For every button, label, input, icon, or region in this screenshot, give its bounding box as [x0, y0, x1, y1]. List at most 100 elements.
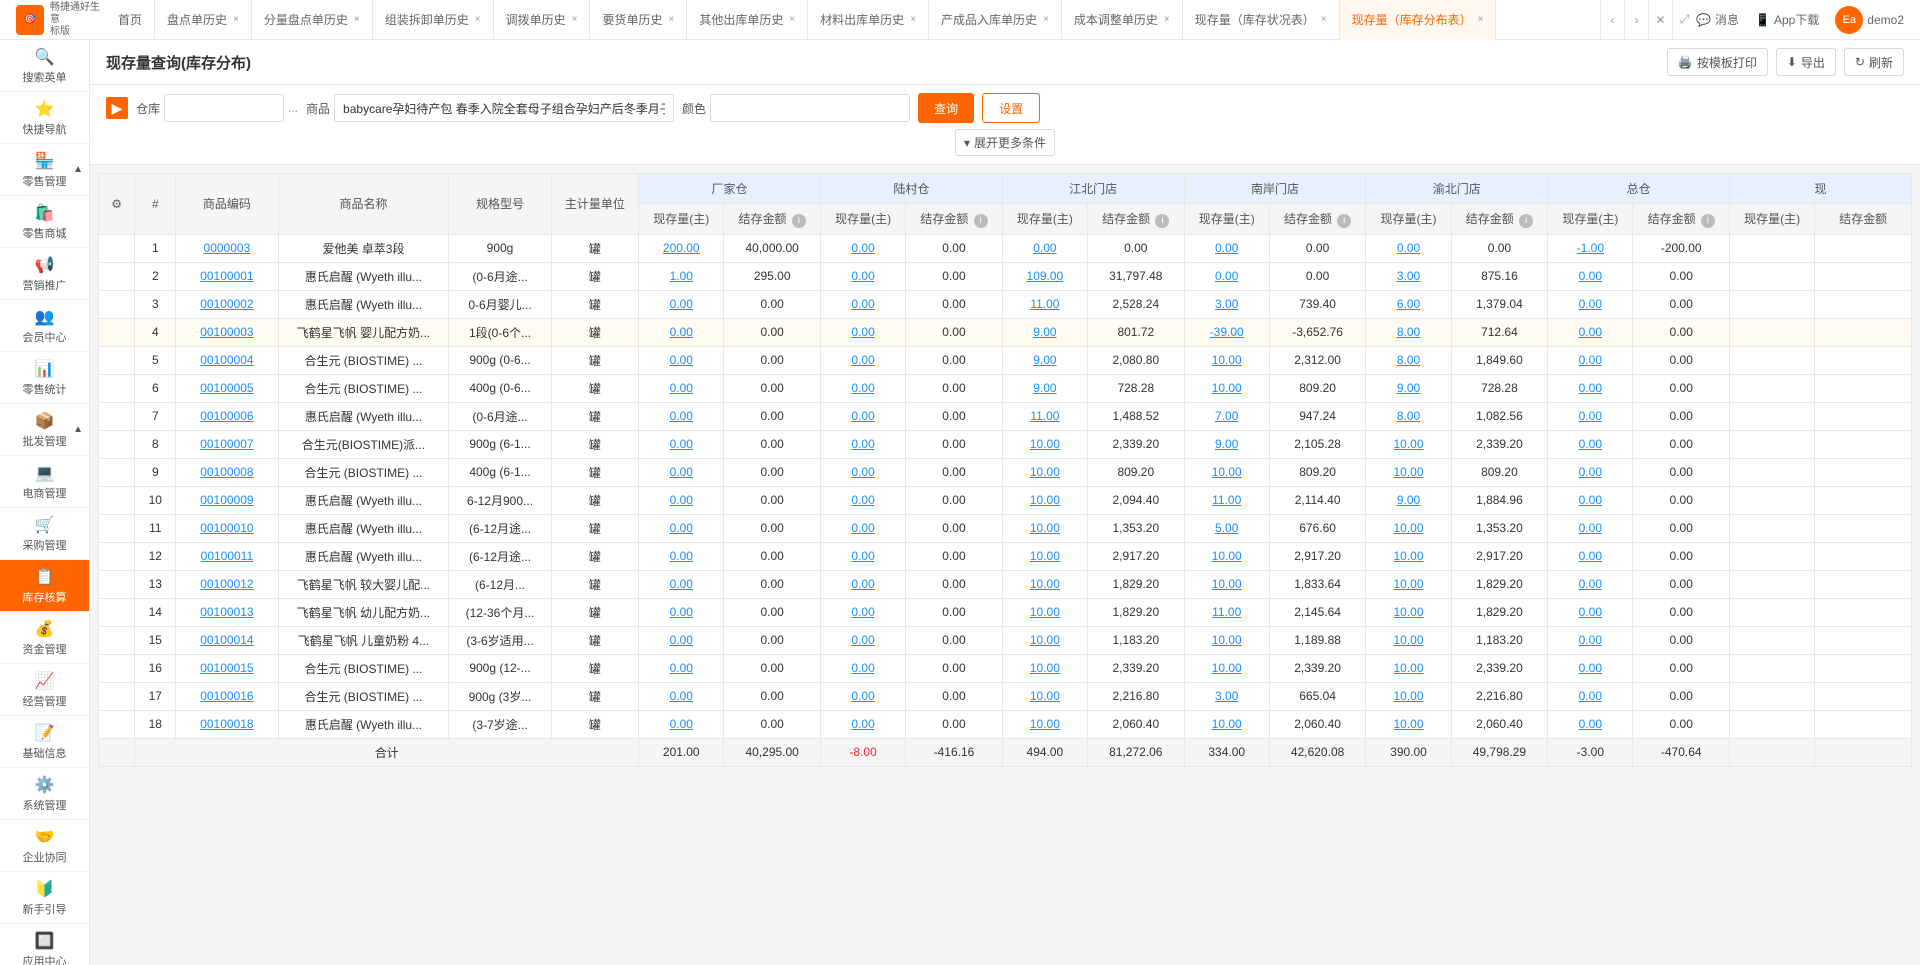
nankou-qty-link[interactable]: 3.00 — [1215, 689, 1238, 703]
tab-stock-dist[interactable]: 现存量（库存分布表）× — [1340, 0, 1497, 40]
jiangbei-qty-link[interactable]: 10.00 — [1030, 493, 1060, 507]
nankou-qty-link[interactable]: 11.00 — [1212, 493, 1241, 507]
nankou-qty-link[interactable]: 10.00 — [1212, 549, 1242, 563]
factory-qty-link[interactable]: 0.00 — [670, 493, 693, 507]
jiangbei-qty-link[interactable]: 10.00 — [1030, 605, 1060, 619]
jiangbei-qty-link[interactable]: 10.00 — [1030, 521, 1060, 535]
code-link[interactable]: 00100003 — [200, 325, 253, 339]
code-link[interactable]: 00100012 — [200, 577, 253, 591]
yubei-qty-link[interactable]: 3.00 — [1397, 269, 1420, 283]
code-link[interactable]: 00100010 — [200, 521, 253, 535]
total-qty-link[interactable]: 0.00 — [1579, 521, 1602, 535]
nankou-qty-link[interactable]: -39.00 — [1210, 325, 1244, 339]
total-qty-link[interactable]: 0.00 — [1579, 633, 1602, 647]
tab-close-product-in[interactable]: × — [1043, 14, 1049, 25]
yubei-qty-link[interactable]: 10.00 — [1394, 549, 1424, 563]
search-button[interactable]: 查询 — [918, 93, 974, 123]
ludun-qty-link[interactable]: 0.00 — [851, 241, 874, 255]
yubei-qty-link[interactable]: 9.00 — [1397, 381, 1420, 395]
factory-qty-link[interactable]: 1.00 — [670, 269, 693, 283]
sidebar-item-retail-mgmt[interactable]: 🏪 零售管理 ▲ — [0, 144, 89, 196]
code-link[interactable]: 00100002 — [200, 297, 253, 311]
ludun-qty-link[interactable]: 0.00 — [851, 409, 874, 423]
factory-qty-link[interactable]: 200.00 — [663, 241, 700, 255]
yubei-qty-link[interactable]: 8.00 — [1397, 325, 1420, 339]
ludun-qty-link[interactable]: 0.00 — [851, 689, 874, 703]
sidebar-item-guide[interactable]: 🔰 新手引导 — [0, 872, 89, 924]
total-qty-link[interactable]: 0.00 — [1579, 297, 1602, 311]
ludun-qty-link[interactable]: 0.00 — [851, 717, 874, 731]
tab-assemble-split[interactable]: 组装拆卸单历史× — [373, 0, 494, 40]
ludun-qty-link[interactable]: 0.00 — [851, 325, 874, 339]
total-qty-link[interactable]: 0.00 — [1579, 381, 1602, 395]
factory-qty-link[interactable]: 0.00 — [670, 353, 693, 367]
nankou-qty-link[interactable]: 7.00 — [1215, 409, 1238, 423]
jiangbei-qty-link[interactable]: 9.00 — [1033, 325, 1056, 339]
refresh-btn[interactable]: ↻ 刷新 — [1844, 48, 1904, 76]
total-qty-link[interactable]: 0.00 — [1579, 493, 1602, 507]
nankou-qty-link[interactable]: 10.00 — [1212, 353, 1242, 367]
code-link[interactable]: 00100009 — [200, 493, 253, 507]
code-link[interactable]: 00100008 — [200, 465, 253, 479]
code-link[interactable]: 00100016 — [200, 689, 253, 703]
total-qty-link[interactable]: 0.00 — [1579, 661, 1602, 675]
nankou-qty-link[interactable]: 10.00 — [1212, 717, 1242, 731]
yubei-qty-link[interactable]: 6.00 — [1397, 297, 1420, 311]
code-link[interactable]: 00100005 — [200, 381, 253, 395]
nankou-qty-link[interactable]: 9.00 — [1215, 437, 1238, 451]
tab-close-other-out[interactable]: × — [789, 14, 795, 25]
ludun-qty-link[interactable]: 0.00 — [851, 521, 874, 535]
tab-transfer[interactable]: 调拨单历史× — [494, 0, 591, 40]
color-input[interactable] — [710, 94, 910, 122]
code-link[interactable]: 00100013 — [200, 605, 253, 619]
code-link[interactable]: 0000003 — [204, 241, 251, 255]
factory-qty-link[interactable]: 0.00 — [670, 661, 693, 675]
factory-amt-info-icon[interactable]: i — [792, 214, 806, 228]
yubei-qty-link[interactable]: 0.00 — [1397, 241, 1420, 255]
total-qty-link[interactable]: 0.00 — [1579, 465, 1602, 479]
nankou-qty-link[interactable]: 10.00 — [1212, 381, 1242, 395]
tab-nav-close[interactable]: ✕ — [1648, 0, 1672, 40]
sidebar-item-finance[interactable]: 💰 资金管理 — [0, 612, 89, 664]
factory-qty-link[interactable]: 0.00 — [670, 325, 693, 339]
tab-material-out[interactable]: 材料出库单历史× — [808, 0, 929, 40]
sidebar-item-marketing[interactable]: 📢 营销推广 — [0, 248, 89, 300]
sidebar-item-search-hero[interactable]: 🔍 搜索英单 — [0, 40, 89, 92]
jiangbei-qty-link[interactable]: 10.00 — [1030, 577, 1060, 591]
setting-button[interactable]: 设置 — [982, 93, 1040, 123]
sidebar-item-purchase[interactable]: 🛒 采购管理 — [0, 508, 89, 560]
factory-qty-link[interactable]: 0.00 — [670, 381, 693, 395]
factory-qty-link[interactable]: 0.00 — [670, 297, 693, 311]
factory-qty-link[interactable]: 0.00 — [670, 689, 693, 703]
expand-conditions-btn[interactable]: ▾ 展开更多条件 — [955, 129, 1055, 156]
yubei-qty-link[interactable]: 10.00 — [1394, 577, 1424, 591]
ludun-qty-link[interactable]: 0.00 — [851, 605, 874, 619]
sidebar-item-basic-info[interactable]: 📝 基础信息 — [0, 716, 89, 768]
jiangbei-qty-link[interactable]: 10.00 — [1030, 437, 1060, 451]
tab-close-material-out[interactable]: × — [910, 14, 916, 25]
total-qty-link[interactable]: -1.00 — [1577, 241, 1604, 255]
sidebar-item-member[interactable]: 👥 会员中心 — [0, 300, 89, 352]
print-btn[interactable]: 🖨️ 按模板打印 — [1667, 48, 1768, 76]
factory-qty-link[interactable]: 0.00 — [670, 577, 693, 591]
factory-qty-link[interactable]: 0.00 — [670, 437, 693, 451]
total-qty-link[interactable]: 0.00 — [1579, 437, 1602, 451]
export-btn[interactable]: ⬇ 导出 — [1776, 48, 1836, 76]
nankou-qty-link[interactable]: 11.00 — [1212, 605, 1241, 619]
yubei-amt-info-icon[interactable]: i — [1519, 214, 1533, 228]
code-link[interactable]: 00100014 — [200, 633, 253, 647]
sidebar-item-ecommerce[interactable]: 💻 电商管理 — [0, 456, 89, 508]
total-amt-info-icon[interactable]: i — [1701, 214, 1715, 228]
factory-qty-link[interactable]: 0.00 — [670, 605, 693, 619]
nankou-qty-link[interactable]: 3.00 — [1215, 297, 1238, 311]
jiangbei-qty-link[interactable]: 10.00 — [1030, 661, 1060, 675]
tab-nav-prev[interactable]: ‹ — [1600, 0, 1624, 40]
yubei-qty-link[interactable]: 10.00 — [1394, 661, 1424, 675]
tab-close-assemble-split[interactable]: × — [475, 14, 481, 25]
tab-close-order-history[interactable]: × — [668, 14, 674, 25]
tab-close-stock-status[interactable]: × — [1321, 14, 1327, 25]
total-qty-link[interactable]: 0.00 — [1579, 717, 1602, 731]
total-qty-link[interactable]: 0.00 — [1579, 325, 1602, 339]
tab-split-stocktake[interactable]: 分量盘点单历史× — [252, 0, 373, 40]
sidebar-item-system[interactable]: ⚙️ 系统管理 — [0, 768, 89, 820]
